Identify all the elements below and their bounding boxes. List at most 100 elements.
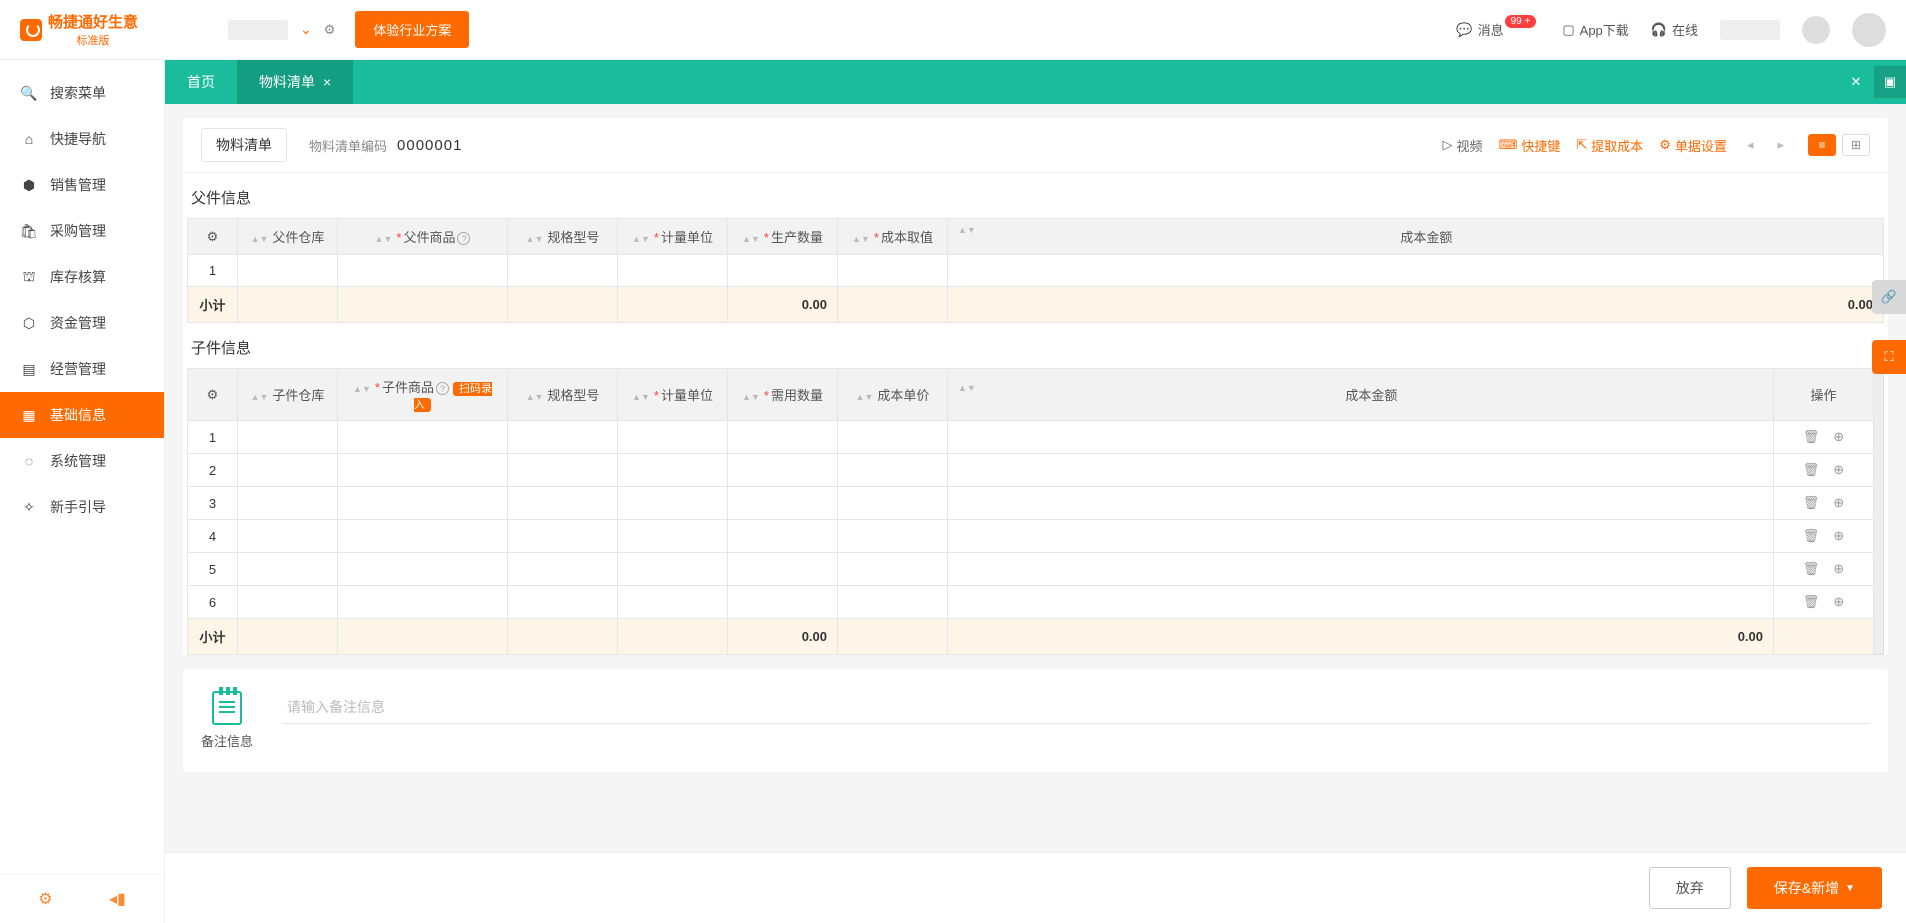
- cell[interactable]: [728, 553, 838, 586]
- sidebar-item-finance[interactable]: ⬡ 资金管理: [0, 300, 164, 346]
- cell[interactable]: [238, 487, 338, 520]
- cell[interactable]: [508, 520, 618, 553]
- avatar-small[interactable]: [1802, 16, 1830, 44]
- sidebar-item-quicknav[interactable]: ⌂ 快捷导航: [0, 116, 164, 162]
- close-icon[interactable]: ×: [323, 74, 331, 90]
- cell[interactable]: [618, 586, 728, 619]
- cell[interactable]: [508, 553, 618, 586]
- sidebar-item-basic[interactable]: ▦ 基础信息: [0, 392, 164, 438]
- remarks-input[interactable]: [283, 691, 1870, 724]
- add-row-icon[interactable]: ⊕: [1833, 594, 1844, 610]
- cell[interactable]: [238, 421, 338, 454]
- cell[interactable]: [618, 520, 728, 553]
- table-row[interactable]: 3🗑⊕: [188, 487, 1874, 520]
- cell[interactable]: [508, 421, 618, 454]
- help-icon[interactable]: ?: [457, 232, 470, 245]
- cell[interactable]: [238, 520, 338, 553]
- col-unit[interactable]: ▲▼*计量单位: [618, 369, 728, 421]
- sidebar-item-sales[interactable]: ⬢ 销售管理: [0, 162, 164, 208]
- gear-header[interactable]: ⚙: [188, 219, 238, 255]
- sidebar-item-purchase[interactable]: 🛍 采购管理: [0, 208, 164, 254]
- receipt-setting-link[interactable]: ⚙单据设置: [1659, 136, 1727, 155]
- cell[interactable]: [618, 553, 728, 586]
- shortcut-link[interactable]: ⌨快捷键: [1499, 136, 1561, 155]
- scrollbar[interactable]: [1874, 368, 1884, 655]
- expand-tab[interactable]: ⛶: [1872, 340, 1906, 374]
- cell[interactable]: [728, 454, 838, 487]
- table-row[interactable]: 2🗑⊕: [188, 454, 1874, 487]
- gear-header[interactable]: ⚙: [188, 369, 238, 421]
- cell[interactable]: [948, 487, 1774, 520]
- cell[interactable]: [618, 255, 728, 287]
- cell[interactable]: [728, 586, 838, 619]
- cell[interactable]: [838, 553, 948, 586]
- cell[interactable]: [948, 586, 1774, 619]
- sidebar-item-guide[interactable]: ✧ 新手引导: [0, 484, 164, 530]
- cell[interactable]: [618, 487, 728, 520]
- col-cost-amount[interactable]: ▲▼成本金额: [948, 219, 1884, 255]
- cell[interactable]: [948, 454, 1774, 487]
- cell[interactable]: [508, 487, 618, 520]
- cell[interactable]: [838, 520, 948, 553]
- tab-bom[interactable]: 物料清单 ×: [237, 60, 353, 104]
- col-unit-cost[interactable]: ▲▼成本单价: [838, 369, 948, 421]
- discard-button[interactable]: 放弃: [1649, 867, 1731, 909]
- sidebar-item-system[interactable]: ◌ 系统管理: [0, 438, 164, 484]
- cell[interactable]: [838, 255, 948, 287]
- cell[interactable]: [838, 454, 948, 487]
- maximize-icon[interactable]: ▣: [1874, 66, 1906, 98]
- cell[interactable]: [728, 487, 838, 520]
- cell[interactable]: [838, 421, 948, 454]
- col-unit[interactable]: ▲▼*计量单位: [618, 219, 728, 255]
- help-icon[interactable]: ?: [436, 382, 449, 395]
- cell[interactable]: [948, 553, 1774, 586]
- close-all-icon[interactable]: ✕: [1840, 66, 1872, 98]
- delete-icon[interactable]: 🗑: [1803, 561, 1820, 577]
- video-link[interactable]: ▷视频: [1443, 136, 1483, 155]
- grid-view-button[interactable]: ⊞: [1842, 134, 1870, 156]
- col-spec[interactable]: ▲▼规格型号: [508, 219, 618, 255]
- add-row-icon[interactable]: ⊕: [1833, 528, 1844, 544]
- cell[interactable]: [338, 454, 508, 487]
- col-cost-amount[interactable]: ▲▼成本金额: [948, 369, 1774, 421]
- prev-arrow-icon[interactable]: ◂: [1743, 137, 1758, 153]
- cell[interactable]: [948, 255, 1884, 287]
- col-parent-warehouse[interactable]: ▲▼父件仓库: [238, 219, 338, 255]
- add-row-icon[interactable]: ⊕: [1833, 429, 1844, 445]
- cell[interactable]: [238, 553, 338, 586]
- settings-icon[interactable]: ⚙: [38, 889, 52, 909]
- cell[interactable]: [618, 454, 728, 487]
- col-child-warehouse[interactable]: ▲▼子件仓库: [238, 369, 338, 421]
- cell[interactable]: [948, 520, 1774, 553]
- cell[interactable]: [338, 421, 508, 454]
- collapse-icon[interactable]: ◂▮: [109, 889, 126, 909]
- cell[interactable]: [508, 255, 618, 287]
- list-view-button[interactable]: ≡: [1808, 134, 1836, 156]
- attachment-tab[interactable]: 🔗: [1872, 280, 1906, 314]
- cell[interactable]: [728, 255, 838, 287]
- table-row[interactable]: 1🗑⊕: [188, 421, 1874, 454]
- app-download-link[interactable]: ▢ App下载: [1562, 20, 1628, 39]
- table-row[interactable]: 1: [188, 255, 1884, 287]
- experience-button[interactable]: 体验行业方案: [355, 11, 469, 48]
- cell[interactable]: [338, 255, 508, 287]
- table-row[interactable]: 5🗑⊕: [188, 553, 1874, 586]
- delete-icon[interactable]: 🗑: [1803, 462, 1820, 478]
- add-row-icon[interactable]: ⊕: [1833, 561, 1844, 577]
- col-prod-qty[interactable]: ▲▼*生产数量: [728, 219, 838, 255]
- cell[interactable]: [838, 487, 948, 520]
- cell[interactable]: [508, 586, 618, 619]
- cell[interactable]: [728, 520, 838, 553]
- col-child-goods[interactable]: ▲▼*子件商品?扫码录入: [338, 369, 508, 421]
- cell[interactable]: [508, 454, 618, 487]
- cell[interactable]: [238, 255, 338, 287]
- cell[interactable]: [338, 520, 508, 553]
- cell[interactable]: [338, 553, 508, 586]
- cell[interactable]: [728, 421, 838, 454]
- save-new-button[interactable]: 保存&新增 ▼: [1747, 867, 1882, 909]
- cell[interactable]: [338, 586, 508, 619]
- org-select[interactable]: ⌄ ⚙: [228, 20, 335, 40]
- next-arrow-icon[interactable]: ▸: [1773, 137, 1788, 153]
- delete-icon[interactable]: 🗑: [1803, 495, 1820, 511]
- table-row[interactable]: 4🗑⊕: [188, 520, 1874, 553]
